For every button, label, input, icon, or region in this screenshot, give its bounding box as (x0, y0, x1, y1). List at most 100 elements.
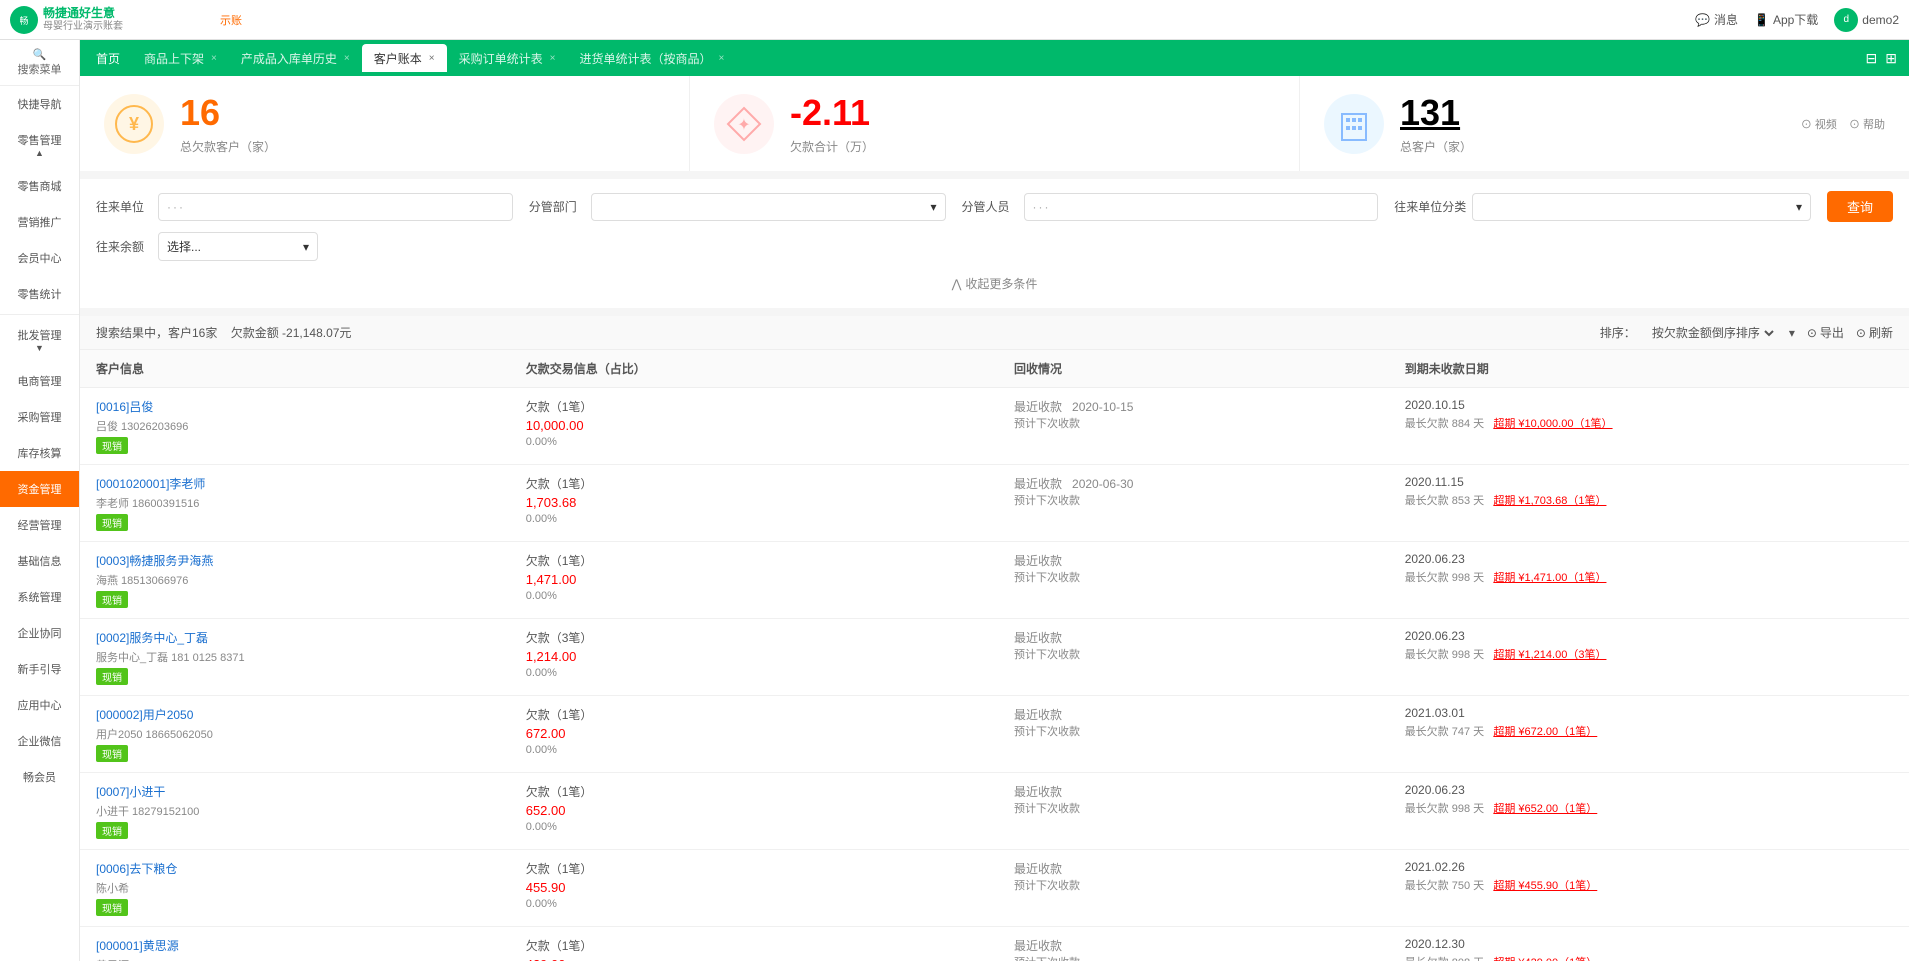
customer-name-2[interactable]: [0003]畅捷服务尹海燕 (96, 552, 526, 569)
payback-info-5: 最近收款 预计下次收款 (1014, 783, 1405, 816)
sidebar-toggle[interactable]: 示账 (220, 12, 242, 28)
debt-amount-7[interactable]: 429.00 (526, 957, 1014, 961)
tab-maximize-icon[interactable]: ⊞ (1885, 50, 1897, 67)
payback-label-7: 最近收款 (1014, 937, 1405, 954)
sidebar-item-ecommerce[interactable]: 电商管理 (0, 363, 79, 399)
stat-card-actions: ⊙ 视频 ⊙ 帮助 (1801, 116, 1885, 132)
tab-close-icon[interactable]: × (211, 53, 217, 64)
overdue-amount-3[interactable]: 超期 ¥1,214.00（3笔） (1493, 649, 1606, 661)
sidebar-item-quick-nav[interactable]: 快捷导航 (0, 86, 79, 122)
sidebar-item-vip[interactable]: 畅会员 (0, 759, 79, 795)
tab-close-icon-2[interactable]: × (344, 53, 350, 64)
balance-select[interactable]: 选择... ▾ (158, 232, 318, 261)
tab-close-icon-5[interactable]: × (718, 53, 724, 64)
tab-products[interactable]: 商品上下架 × (132, 44, 229, 72)
debt-amount-1[interactable]: 1,703.68 (526, 495, 1014, 510)
debt-count-3: 欠款（3笔） (526, 629, 1014, 646)
col-header-customer: 客户信息 (96, 360, 526, 377)
payback-next-3: 预计下次收款 (1014, 646, 1405, 662)
debt-amount-2[interactable]: 1,471.00 (526, 572, 1014, 587)
customer-name-5[interactable]: [0007]小进干 (96, 783, 526, 800)
payback-label-6: 最近收款 (1014, 860, 1405, 877)
sidebar-item-ops-mgmt[interactable]: 经营管理 (0, 507, 79, 543)
yuan-icon: ¥ (104, 94, 164, 154)
customer-name-4[interactable]: [000002]用户2050 (96, 706, 526, 723)
sort-select[interactable]: 按欠款金额倒序排序 (1648, 325, 1777, 341)
sidebar-item-purchase-mgmt[interactable]: 采购管理 (0, 399, 79, 435)
sidebar-item-app-center[interactable]: 应用中心 (0, 687, 79, 723)
debt-amount-5[interactable]: 652.00 (526, 803, 1014, 818)
overdue-info-1: 2020.11.15 最长欠款 853 天 超期 ¥1,703.68（1笔） (1405, 475, 1893, 508)
debt-amount-0[interactable]: 10,000.00 (526, 418, 1014, 433)
overdue-date-7: 2020.12.30 (1405, 937, 1893, 951)
category-input[interactable]: ▾ (1472, 193, 1811, 221)
overdue-date-4: 2021.03.01 (1405, 706, 1893, 720)
debt-amount-4[interactable]: 672.00 (526, 726, 1014, 741)
overdue-amount-6[interactable]: 超期 ¥455.90（1笔） (1493, 880, 1597, 892)
sidebar-item-retail-mgmt[interactable]: 零售管理 ▲ (0, 122, 79, 168)
overdue-amount-5[interactable]: 超期 ¥652.00（1笔） (1493, 803, 1597, 815)
search-menu-btn[interactable]: 🔍 搜索菜单 (0, 40, 79, 86)
tab-purchase-order[interactable]: 采购订单统计表 × (447, 44, 568, 72)
collapse-filters-btn[interactable]: ⋀ 收起更多条件 (96, 271, 1893, 296)
payback-next-0: 预计下次收款 (1014, 415, 1405, 431)
overdue-amount-0[interactable]: 超期 ¥10,000.00（1笔） (1493, 418, 1612, 430)
customer-name-3[interactable]: [0002]服务中心_丁磊 (96, 629, 526, 646)
dept-input[interactable]: ▾ (591, 193, 946, 221)
overdue-amount-7[interactable]: 超期 ¥429.00（1笔） (1493, 957, 1597, 961)
overdue-amount-4[interactable]: 超期 ¥672.00（1笔） (1493, 726, 1597, 738)
customer-phone-7: 黄思源 13552700226 (96, 957, 526, 961)
debt-count-0: 欠款（1笔） (526, 398, 1014, 415)
customer-name-1[interactable]: [0001020001]李老师 (96, 475, 526, 492)
debt-count-2: 欠款（1笔） (526, 552, 1014, 569)
supplier-input[interactable]: ··· (158, 193, 513, 221)
sidebar-item-corp-collab[interactable]: 企业协同 (0, 615, 79, 651)
customer-name-6[interactable]: [0006]去下粮仓 (96, 860, 526, 877)
tab-customer-account[interactable]: 客户账本 × (362, 44, 447, 72)
stat-info-debt: 16 总欠款客户（家） (180, 92, 276, 155)
sidebar-item-retail-mall[interactable]: 零售商城 (0, 168, 79, 204)
sidebar-item-new-guide[interactable]: 新手引导 (0, 651, 79, 687)
sidebar-item-member-center[interactable]: 会员中心 (0, 240, 79, 276)
overdue-info-5: 2020.06.23 最长欠款 998 天 超期 ¥652.00（1笔） (1405, 783, 1893, 816)
result-bar: 搜索结果中，客户16家 欠款金额 -21,148.07元 排序： 按欠款金额倒序… (80, 316, 1909, 350)
video-btn[interactable]: ⊙ 视频 (1801, 116, 1837, 132)
payback-label-3: 最近收款 (1014, 629, 1405, 646)
sidebar-item-corp-wechat[interactable]: 企业微信 (0, 723, 79, 759)
overdue-days-5: 最长欠款 998 天 超期 ¥652.00（1笔） (1405, 800, 1893, 816)
person-input[interactable]: ··· (1024, 193, 1379, 221)
tab-minimize-icon[interactable]: ⊟ (1866, 50, 1878, 67)
sidebar-item-sys-mgmt[interactable]: 系统管理 (0, 579, 79, 615)
sidebar-item-batch-mgmt[interactable]: 批发管理 ▼ (0, 317, 79, 363)
sidebar-item-marketing[interactable]: 营销推广 (0, 204, 79, 240)
table-row: [0001020001]李老师 李老师 18600391516 现销 欠款（1笔… (80, 465, 1909, 542)
sidebar-item-finance[interactable]: 资金管理 (0, 471, 79, 507)
debt-amount-3[interactable]: 1,214.00 (526, 649, 1014, 664)
sidebar-item-basic-info[interactable]: 基础信息 (0, 543, 79, 579)
customer-name-0[interactable]: [0016]吕俊 (96, 398, 526, 415)
filter-category: 往来单位分类 ▾ (1394, 193, 1811, 221)
tab-production[interactable]: 产成品入库单历史 × (229, 44, 362, 72)
overdue-amount-2[interactable]: 超期 ¥1,471.00（1笔） (1493, 572, 1606, 584)
tab-close-icon-4[interactable]: × (550, 53, 556, 64)
debt-amount-6[interactable]: 455.90 (526, 880, 1014, 895)
app-download-btn[interactable]: 📱 App下载 (1754, 11, 1818, 28)
tab-home[interactable]: 首页 (84, 44, 132, 72)
export-btn[interactable]: ⊙ 导出 (1807, 324, 1844, 341)
expand-icon: ▲ (4, 148, 75, 158)
tab-purchase-stats[interactable]: 进货单统计表（按商品） × (567, 44, 736, 72)
top-bar-right: 💬 消息 📱 App下载 d demo2 (1695, 8, 1899, 32)
stat-card-total-customers: 131 总客户（家） ⊙ 视频 ⊙ 帮助 (1300, 76, 1909, 171)
help-btn[interactable]: ⊙ 帮助 (1849, 116, 1885, 132)
search-button[interactable]: 查询 (1827, 191, 1893, 222)
tab-close-icon-3[interactable]: × (429, 53, 435, 64)
overdue-amount-1[interactable]: 超期 ¥1,703.68（1笔） (1493, 495, 1606, 507)
dept-label: 分管部门 (529, 198, 585, 215)
sidebar-item-inventory[interactable]: 库存核算 (0, 435, 79, 471)
refresh-btn[interactable]: ⊙ 刷新 (1856, 324, 1893, 341)
sidebar-item-retail-stats[interactable]: 零售统计 (0, 276, 79, 312)
messages-btn[interactable]: 💬 消息 (1695, 11, 1738, 28)
sidebar-divider (0, 314, 79, 315)
user-avatar-btn[interactable]: d demo2 (1834, 8, 1899, 32)
customer-name-7[interactable]: [000001]黄思源 (96, 937, 526, 954)
